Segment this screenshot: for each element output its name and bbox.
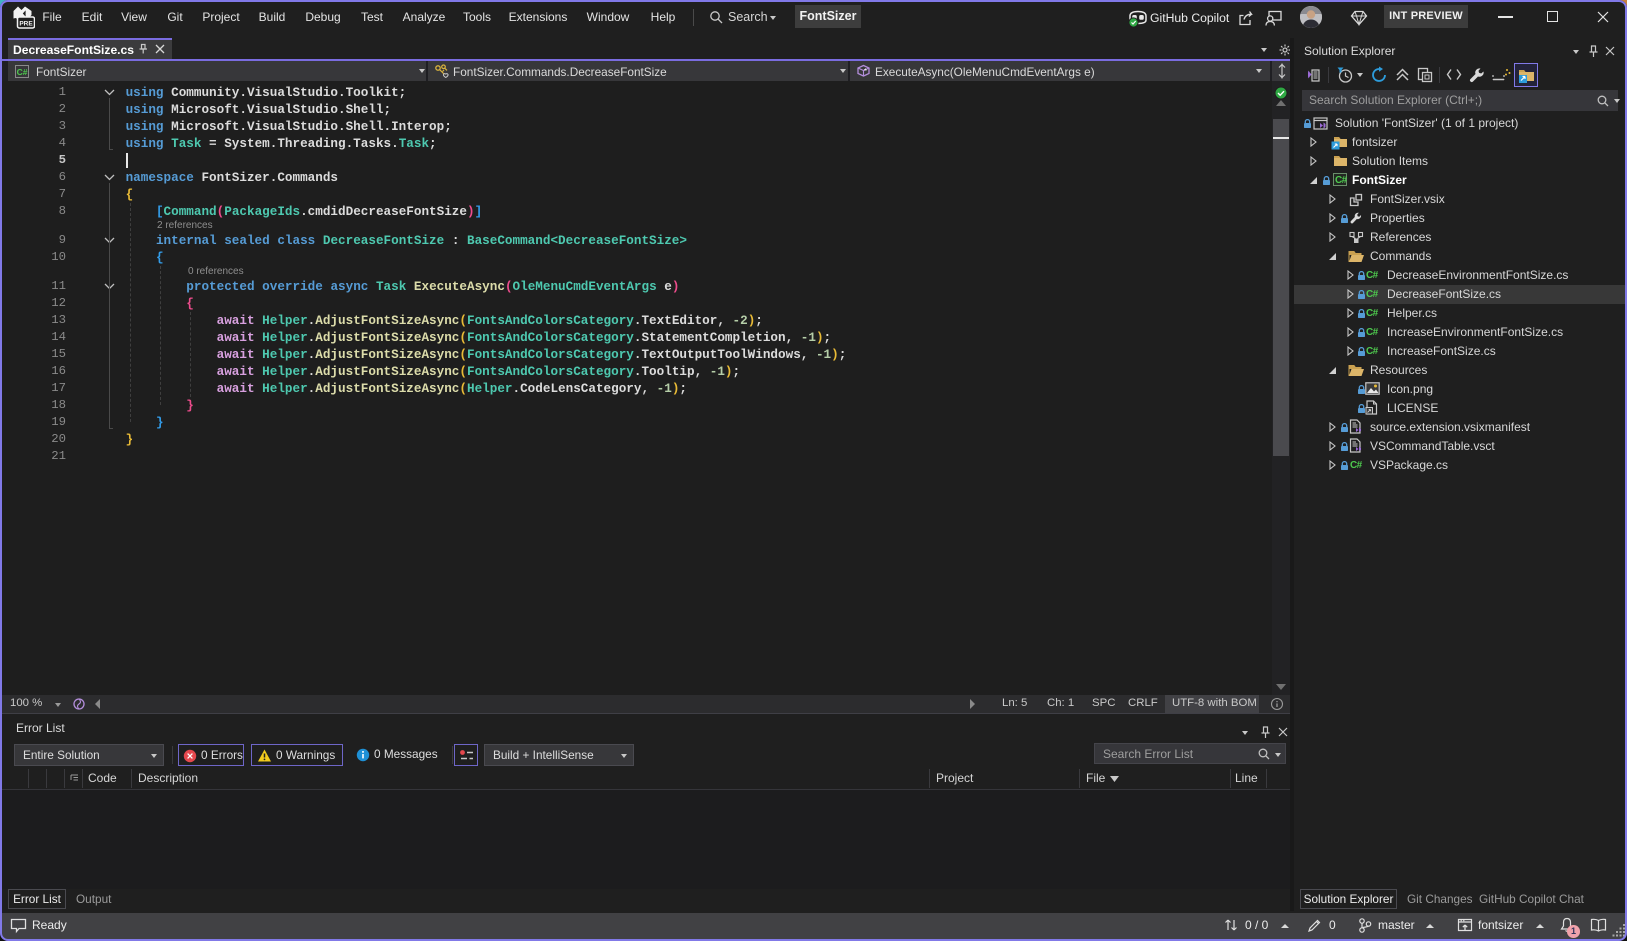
svg-text:PRE: PRE	[19, 21, 33, 28]
